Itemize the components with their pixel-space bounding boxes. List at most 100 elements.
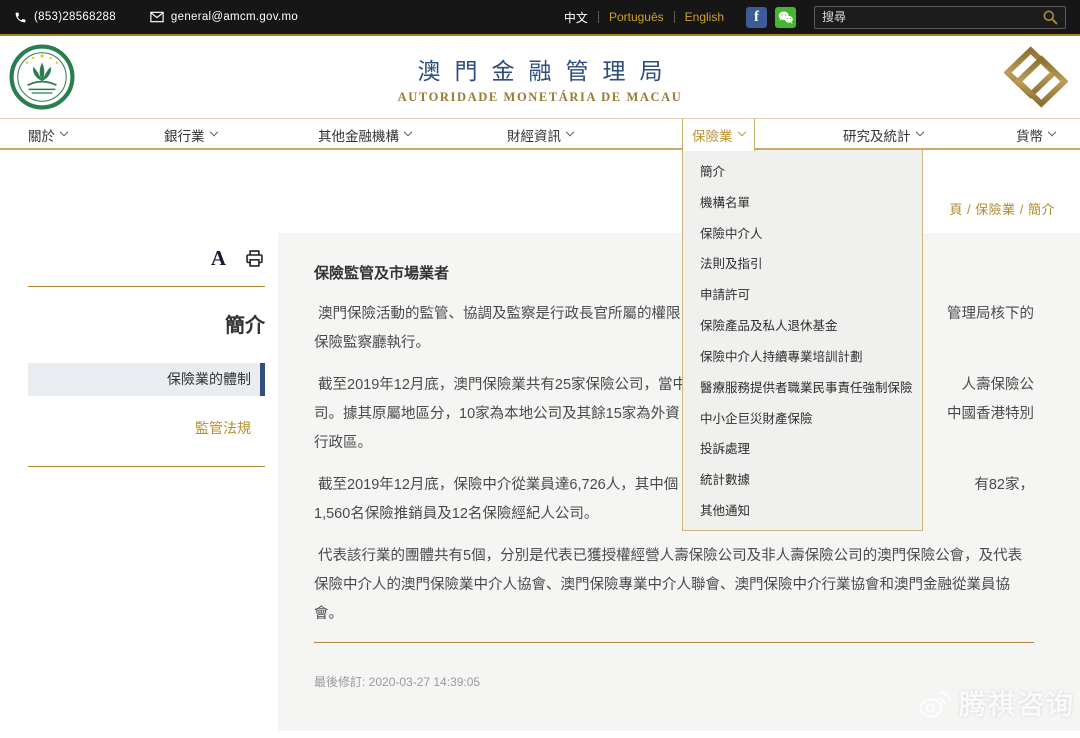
nav-label: 銀行業 <box>164 125 205 145</box>
nav-item-about[interactable]: 關於 <box>28 120 67 149</box>
site-title: 澳門金融管理局 AUTORIDADE MONETÁRIA DE MACAU <box>398 52 683 105</box>
nav-label: 關於 <box>28 125 55 145</box>
nav-item-research-statistics[interactable]: 研究及統計 <box>843 120 923 149</box>
paragraph: 截至2019年12月底，保險中介從業員達6,726人，其中個 有82家， 1,560… <box>314 471 1034 529</box>
paragraph: 代表該行業的團體共有5個，分別是代表已獲授權經營人壽保險公司及非人壽保險公司的澳… <box>314 542 1034 629</box>
watermark: 腾祺咨询 <box>917 683 1075 722</box>
facebook-icon[interactable]: f <box>746 7 767 28</box>
chevron-down-icon <box>209 127 217 135</box>
page-title: 保險監管及市場業者 <box>314 263 1034 285</box>
site-title-zh: 澳門金融管理局 <box>398 52 683 86</box>
nav-item-banking[interactable]: 銀行業 <box>164 120 217 149</box>
text-line: 1,560名保險推銷員及12名保險經紀人公司。 <box>314 500 1034 529</box>
nav-item-insurance[interactable]: 保險業 <box>682 119 755 151</box>
text-segment: 中國香港特別 <box>947 400 1034 429</box>
text-segment: 司。據其原屬地區分，10家為本地公司及其餘15家為外資 <box>314 400 680 429</box>
divider <box>28 286 265 287</box>
macau-government-emblem[interactable] <box>9 44 75 110</box>
chevron-down-icon <box>566 127 574 135</box>
nav-label: 貨幣 <box>1016 125 1043 145</box>
divider <box>314 642 1034 643</box>
sidebar-item[interactable]: 保險業的體制 <box>28 363 265 396</box>
site-title-pt: AUTORIDADE MONETÁRIA DE MACAU <box>398 90 683 105</box>
nav-item-currency[interactable]: 貨幣 <box>1016 120 1055 149</box>
phone-icon <box>14 11 27 24</box>
text-line: 保險監察廳執行。 <box>314 329 1034 358</box>
nav-label: 其他金融機構 <box>318 125 399 145</box>
text-segment: 管理局核下的 <box>947 300 1034 329</box>
nav-item-financial-information[interactable]: 財經資訊 <box>507 120 573 149</box>
dropdown-item[interactable]: 中小企巨災財產保險 <box>683 402 922 433</box>
breadcrumb[interactable]: 頁 / 保險業 / 簡介 <box>923 191 1080 225</box>
sidebar-heading: 簡介 <box>28 309 265 338</box>
chevron-down-icon <box>915 127 923 135</box>
text-line: 截至2019年12月底，保險中介從業員達6,726人，其中個 有82家， <box>314 471 1034 500</box>
text-segment: 澳門保險活動的監管、協調及監察是行政長官所屬的權限 <box>314 300 681 329</box>
breadcrumb-text: 頁 / 保險業 / 簡介 <box>949 199 1055 218</box>
chevron-down-icon <box>404 127 412 135</box>
search-icon[interactable] <box>1042 9 1058 25</box>
text-segment: 人壽保險公 <box>962 371 1035 400</box>
contact-info: (853)28568288 general@amcm.gov.mo <box>14 11 298 24</box>
text-segment: 1,560名保險推銷員及12名保險經紀人公司。 <box>314 500 598 529</box>
nav-label: 財經資訊 <box>507 125 561 145</box>
text-line: 截至2019年12月底，澳門保險業共有25家保險公司，當中 人壽保險公 <box>314 371 1034 400</box>
content-panel: 保險監管及市場業者 澳門保險活動的監管、協調及監察是行政長官所屬的權限 管理局核下… <box>278 233 1080 731</box>
dropdown-item[interactable]: 保險產品及私人退休基金 <box>683 309 922 340</box>
text-segment: 有82家， <box>974 471 1034 500</box>
nav-item-other-financial-institutions[interactable]: 其他金融機構 <box>318 120 411 149</box>
dropdown-item[interactable]: 投訴處理 <box>683 432 922 463</box>
wechat-icon[interactable] <box>775 7 796 28</box>
email-icon <box>150 11 164 23</box>
page: (853)28568288 general@amcm.gov.mo 中文 Port… <box>0 0 1080 738</box>
separator <box>598 11 599 23</box>
dropdown-item[interactable]: 申請許可 <box>683 278 922 309</box>
text-segment: 保險監察廳執行。 <box>314 329 430 358</box>
chevron-down-icon <box>737 128 745 136</box>
language-zh[interactable]: 中文 <box>564 9 588 26</box>
print-icon[interactable] <box>244 248 265 269</box>
font-size-button[interactable]: A <box>211 246 226 271</box>
dropdown-item[interactable]: 其他通知 <box>683 494 922 525</box>
chevron-down-icon <box>1048 127 1056 135</box>
language-en[interactable]: English <box>685 10 724 24</box>
nav-label: 研究及統計 <box>843 125 911 145</box>
text-line: 澳門保險活動的監管、協調及監察是行政長官所屬的權限 管理局核下的 <box>314 300 1034 329</box>
dropdown-item[interactable]: 法則及指引 <box>683 247 922 278</box>
dropdown-item[interactable]: 簡介 <box>683 155 922 186</box>
language-switcher: 中文 Português English <box>564 9 724 26</box>
email-link[interactable]: general@amcm.gov.mo <box>171 11 298 23</box>
dropdown-item[interactable]: 醫療服務提供者職業民事責任強制保險 <box>683 371 922 402</box>
phone-link[interactable]: (853)28568288 <box>34 11 116 23</box>
dropdown-item[interactable]: 機構名單 <box>683 186 922 217</box>
amcm-diamond-logo[interactable] <box>1004 46 1068 113</box>
separator <box>674 11 675 23</box>
sidebar: A 簡介 保險業的體制監管法規 <box>0 233 278 467</box>
weibo-icon <box>917 687 953 719</box>
paragraph: 澳門保險活動的監管、協調及監察是行政長官所屬的權限 管理局核下的保險監察廳執行。 <box>314 300 1034 358</box>
search-box <box>814 6 1066 29</box>
insurance-dropdown-menu: 簡介機構名單保險中介人法則及指引申請許可保險產品及私人退休基金保險中介人持續專業… <box>682 150 923 531</box>
nav-label: 保險業 <box>692 125 733 145</box>
text-segment: 截至2019年12月底，澳門保險業共有25家保險公司，當中 <box>314 371 687 400</box>
masthead: 澳門金融管理局 AUTORIDADE MONETÁRIA DE MACAU <box>0 38 1080 118</box>
chevron-down-icon <box>60 127 68 135</box>
sidebar-item[interactable]: 監管法規 <box>28 418 265 438</box>
language-pt[interactable]: Português <box>609 10 664 24</box>
text-line: 行政區。 <box>314 429 1034 458</box>
article-body: 澳門保險活動的監管、協調及監察是行政長官所屬的權限管理局核下的保險監察廳執行。 … <box>314 300 1034 629</box>
dropdown-item[interactable]: 保險中介人 <box>683 217 922 248</box>
watermark-text: 腾祺咨询 <box>959 683 1075 722</box>
dropdown-item[interactable]: 統計數據 <box>683 463 922 494</box>
text-segment: 行政區。 <box>314 429 372 458</box>
topbar: (853)28568288 general@amcm.gov.mo 中文 Port… <box>0 0 1080 36</box>
search-input[interactable] <box>822 10 1042 24</box>
page-tools: A <box>28 243 265 273</box>
main-navigation: 關於 銀行業 其他金融機構 財經資訊 保險業 研究及統計 貨幣 <box>0 118 1080 150</box>
paragraph: 截至2019年12月底，澳門保險業共有25家保險公司，當中人壽保險公司。據其原屬… <box>314 371 1034 458</box>
text-line: 司。據其原屬地區分，10家為本地公司及其餘15家為外資 中國香港特別 <box>314 400 1034 429</box>
divider <box>28 466 265 467</box>
dropdown-item[interactable]: 保險中介人持續專業培訓計劃 <box>683 340 922 371</box>
sidebar-menu: 保險業的體制監管法規 <box>28 363 265 438</box>
text-segment: 截至2019年12月底，保險中介從業員達6,726人，其中個 <box>314 471 678 500</box>
